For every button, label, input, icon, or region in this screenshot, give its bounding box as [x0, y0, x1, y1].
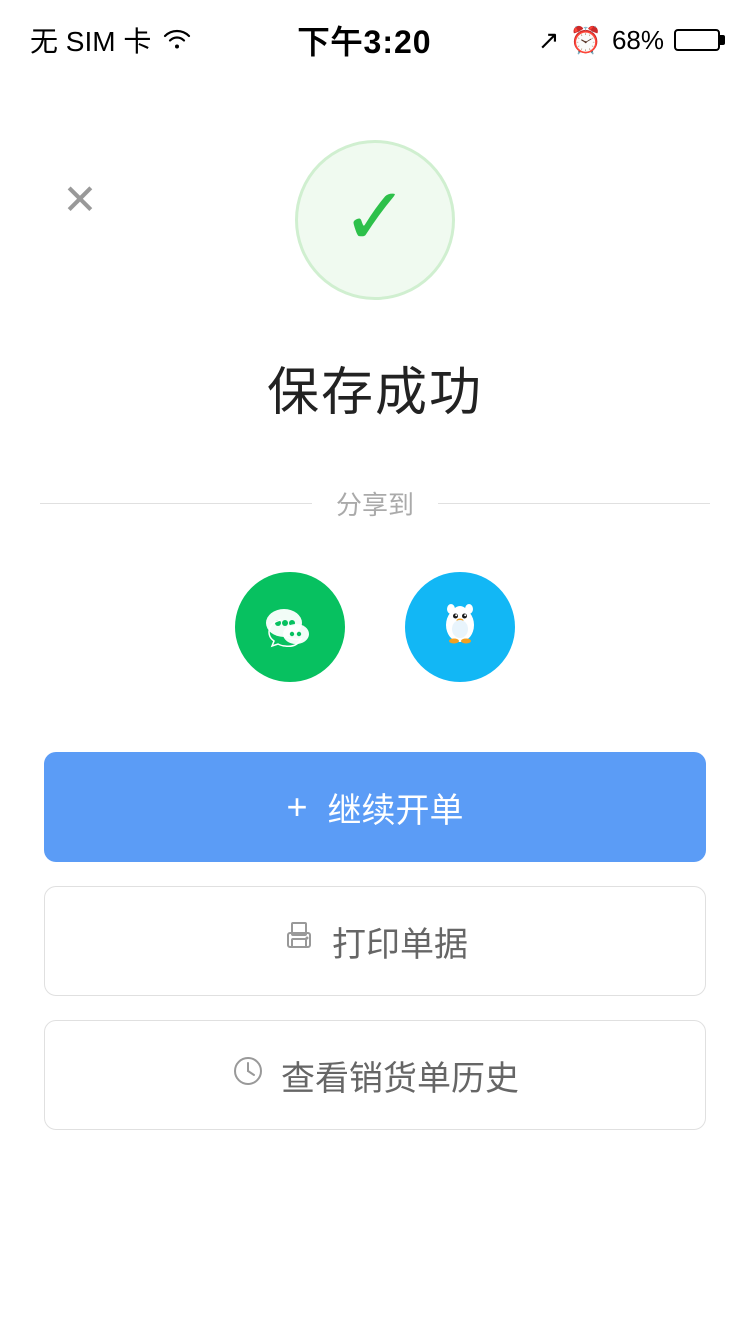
- alarm-icon: ⏰: [570, 25, 602, 56]
- divider-line-right: [438, 503, 710, 504]
- share-divider: 分享到: [0, 485, 750, 522]
- history-button[interactable]: 查看销货单历史: [44, 1020, 706, 1130]
- qq-icon: [428, 595, 492, 659]
- status-right: ↗ ⏰ 68%: [538, 25, 720, 56]
- status-bar: 无 SIM 卡 下午3:20 ↗ ⏰ 68%: [0, 0, 750, 80]
- location-icon: ↗: [538, 25, 560, 56]
- action-buttons: + 继续开单 打印单据: [0, 752, 750, 1130]
- main-content: ✕ ✓ 保存成功 分享到: [0, 80, 750, 1334]
- close-button[interactable]: ✕: [50, 170, 110, 230]
- wechat-icon: [258, 595, 322, 659]
- printer-icon: [282, 920, 316, 963]
- status-time: 下午3:20: [298, 17, 432, 63]
- success-circle: ✓: [295, 140, 455, 300]
- divider-line-left: [40, 503, 312, 504]
- share-qq-button[interactable]: [405, 572, 515, 682]
- no-sim-label: 无 SIM 卡: [30, 20, 151, 60]
- history-label: 查看销货单历史: [281, 1051, 519, 1100]
- battery-bar-icon: [674, 29, 720, 51]
- checkmark-icon: ✓: [341, 177, 408, 257]
- close-icon: ✕: [62, 179, 97, 221]
- success-title: 保存成功: [267, 350, 483, 425]
- share-icons-row: [235, 572, 515, 682]
- print-label: 打印单据: [332, 917, 468, 966]
- status-left: 无 SIM 卡: [30, 20, 191, 60]
- battery-percent: 68%: [612, 25, 664, 56]
- plus-icon: +: [286, 786, 307, 828]
- share-label: 分享到: [312, 485, 438, 522]
- clock-icon: [231, 1054, 265, 1097]
- share-wechat-button[interactable]: [235, 572, 345, 682]
- print-button[interactable]: 打印单据: [44, 886, 706, 996]
- wifi-icon: [163, 24, 191, 56]
- continue-button[interactable]: + 继续开单: [44, 752, 706, 862]
- continue-label: 继续开单: [328, 783, 464, 832]
